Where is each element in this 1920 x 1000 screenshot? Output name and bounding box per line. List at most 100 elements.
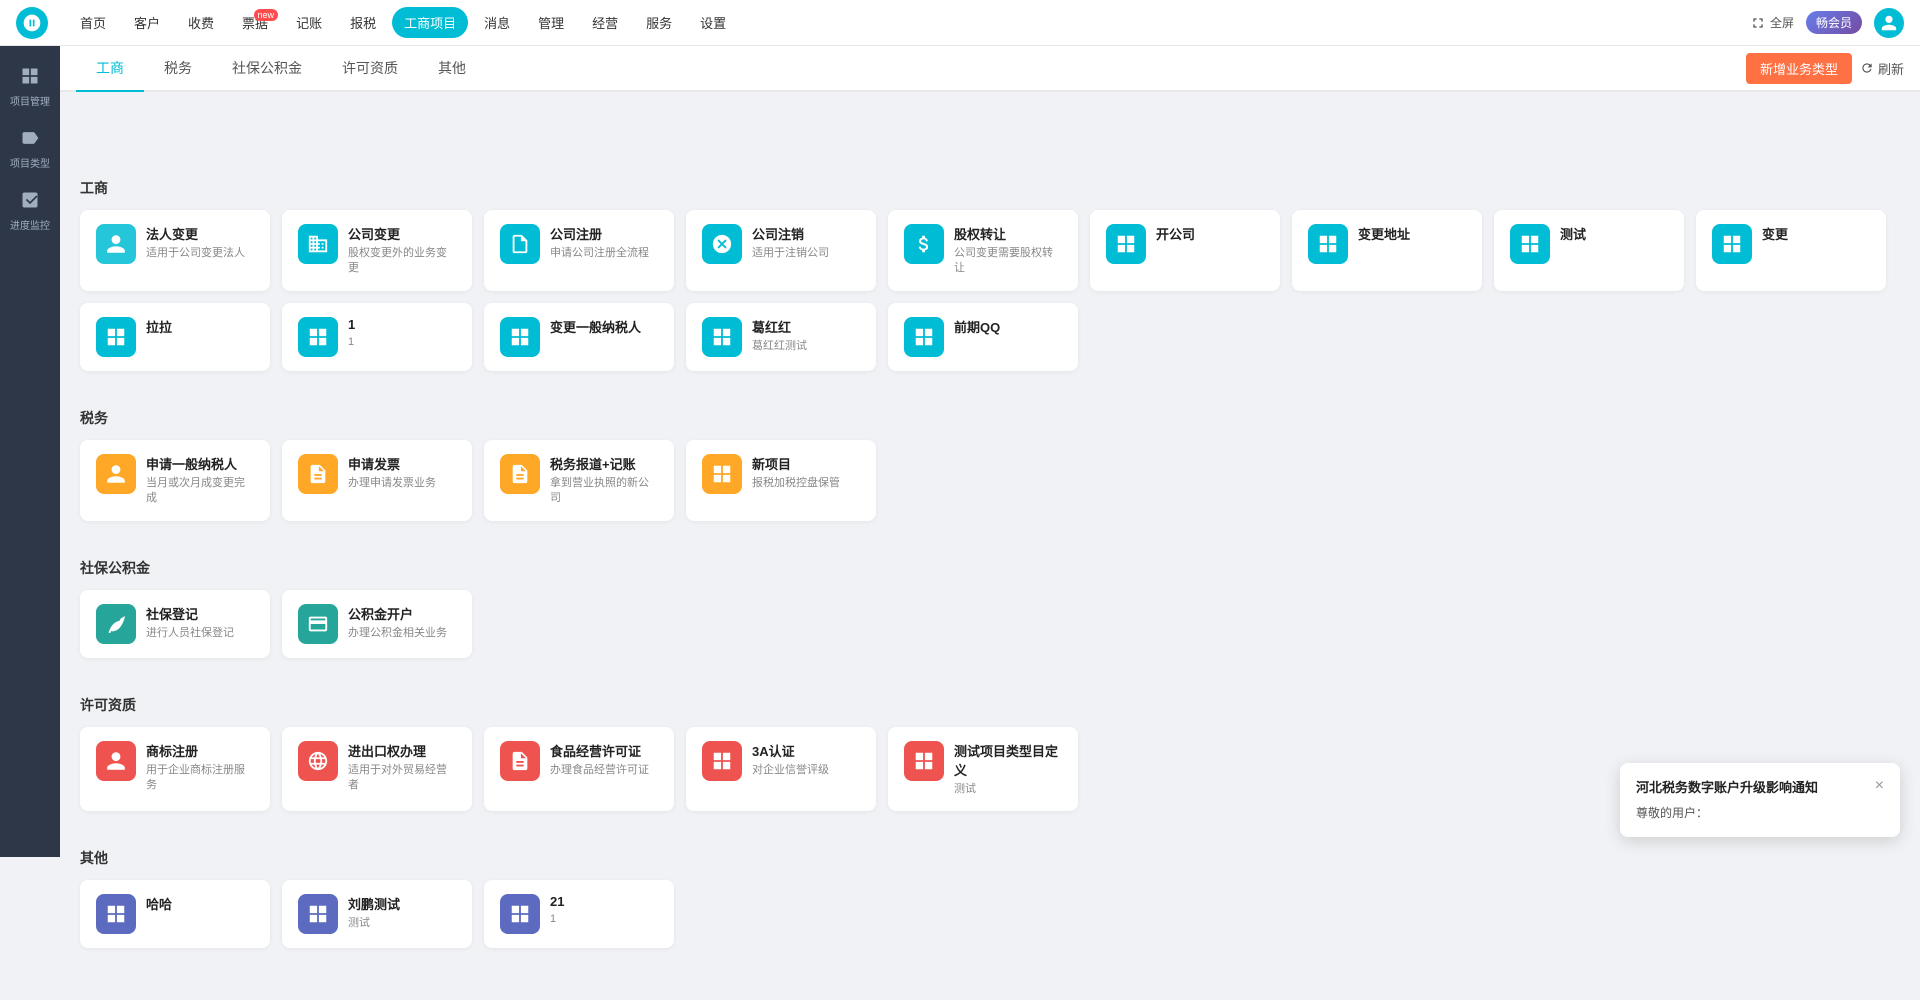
- card-icon-liu-pengtest: [298, 894, 338, 934]
- card-text-twenty-one: 21 1: [550, 894, 658, 927]
- card-text-equity-transfer: 股权转让 公司变更需要股权转让: [954, 224, 1062, 277]
- card-title-3a-cert: 3A认证: [752, 741, 860, 760]
- card-company-register[interactable]: 公司注册 申请公司注册全流程: [484, 210, 674, 291]
- card-text-change-address: 变更地址: [1358, 224, 1466, 246]
- card-text-pre-qq: 前期QQ: [954, 317, 1062, 339]
- nav-item-invoices[interactable]: 票据new: [230, 7, 280, 38]
- nav-item-clients[interactable]: 客户: [122, 7, 172, 38]
- card-legal-change[interactable]: 法人变更 适用于公司变更法人: [80, 210, 270, 291]
- tab-license[interactable]: 许可资质: [322, 46, 418, 92]
- card-company-cancel[interactable]: 公司注销 适用于注销公司: [686, 210, 876, 291]
- sidebar-label-project-mgmt: 项目管理: [10, 93, 50, 108]
- card-open-company[interactable]: 开公司: [1090, 210, 1280, 291]
- card-test[interactable]: 测试: [1494, 210, 1684, 291]
- card-social-register[interactable]: 社保登记 进行人员社保登记: [80, 590, 270, 658]
- tabs-bar: 工商税务社保公积金许可资质其他 新增业务类型 刷新: [60, 46, 1920, 92]
- user-avatar[interactable]: [1874, 8, 1904, 38]
- nav-item-settings[interactable]: 设置: [688, 7, 738, 38]
- card-liu-pengtest[interactable]: 刘鹏测试 测试: [282, 880, 472, 948]
- card-text-new-project: 新项目 报税加税控盘保管: [752, 454, 860, 491]
- nav-item-billing[interactable]: 收费: [176, 7, 226, 38]
- card-icon-twenty-one: [500, 894, 540, 934]
- card-tax-report-bookkeeping[interactable]: 税务报道+记账 拿到营业执照的新公司: [484, 440, 674, 521]
- tab-industry[interactable]: 工商: [76, 46, 144, 92]
- card-text-change: 变更: [1762, 224, 1870, 246]
- card-pre-qq[interactable]: 前期QQ: [888, 303, 1078, 371]
- top-nav: 首页客户收费票据new记账报税工商项目消息管理经营服务设置 全屏 畅会员: [0, 0, 1920, 46]
- sidebar-item-progress[interactable]: 进度监控: [0, 180, 60, 242]
- section-title-tax: 税务: [80, 408, 1900, 428]
- card-change-address[interactable]: 变更地址: [1292, 210, 1482, 291]
- card-icon-ge-honghong: [702, 317, 742, 357]
- card-one[interactable]: 1 1: [282, 303, 472, 371]
- card-import-export[interactable]: 进出口权办理 适用于对外贸易经营者: [282, 727, 472, 811]
- fullscreen-btn[interactable]: 全屏: [1750, 14, 1794, 31]
- card-icon-fund-account: [298, 604, 338, 644]
- new-type-btn[interactable]: 新增业务类型: [1746, 53, 1852, 84]
- card-haha[interactable]: 哈哈: [80, 880, 270, 948]
- sidebar-item-project-mgmt[interactable]: 项目管理: [0, 56, 60, 118]
- nav-item-home[interactable]: 首页: [68, 7, 118, 38]
- card-text-apply-general-tax: 申请一般纳税人 当月或次月成变更完成: [146, 454, 254, 507]
- card-desc-new-project: 报税加税控盘保管: [752, 476, 860, 491]
- card-text-change-tax: 变更一般纳税人: [550, 317, 658, 339]
- card-fund-account[interactable]: 公积金开户 办理公积金相关业务: [282, 590, 472, 658]
- card-title-import-export: 进出口权办理: [348, 741, 456, 760]
- card-company-change[interactable]: 公司变更 股权变更外的业务变更: [282, 210, 472, 291]
- nav-item-messages[interactable]: 消息: [472, 7, 522, 38]
- vip-btn[interactable]: 畅会员: [1806, 11, 1862, 34]
- card-icon-trademark: [96, 741, 136, 781]
- nav-item-bookkeeping[interactable]: 记账: [284, 7, 334, 38]
- card-desc-fund-account: 办理公积金相关业务: [348, 626, 456, 641]
- nav-item-management[interactable]: 管理: [526, 7, 576, 38]
- card-desc-trademark: 用于企业商标注册服务: [146, 763, 254, 794]
- section-title-other: 其他: [80, 848, 1900, 868]
- card-desc-company-register: 申请公司注册全流程: [550, 246, 658, 261]
- card-trademark[interactable]: 商标注册 用于企业商标注册服务: [80, 727, 270, 811]
- nav-item-services[interactable]: 服务: [634, 7, 684, 38]
- card-icon-lala: [96, 317, 136, 357]
- card-icon-test: [1510, 224, 1550, 264]
- card-lala[interactable]: 拉拉: [80, 303, 270, 371]
- card-apply-invoice[interactable]: 申请发票 办理申请发票业务: [282, 440, 472, 521]
- refresh-btn[interactable]: 刷新: [1860, 59, 1904, 78]
- section-title-social: 社保公积金: [80, 558, 1900, 578]
- card-desc-apply-invoice: 办理申请发票业务: [348, 476, 456, 491]
- card-new-project[interactable]: 新项目 报税加税控盘保管: [686, 440, 876, 521]
- card-3a-cert[interactable]: 3A认证 对企业信誉评级: [686, 727, 876, 811]
- card-test-type[interactable]: 测试项目类型目定义 测试: [888, 727, 1078, 811]
- nav-item-operations[interactable]: 经营: [580, 7, 630, 38]
- tab-tax[interactable]: 税务: [144, 46, 212, 92]
- card-change-tax[interactable]: 变更一般纳税人: [484, 303, 674, 371]
- card-icon-apply-general-tax: [96, 454, 136, 494]
- card-ge-honghong[interactable]: 葛红红 葛红红测试: [686, 303, 876, 371]
- card-title-haha: 哈哈: [146, 894, 254, 913]
- sidebar-item-project-type[interactable]: 项目类型: [0, 118, 60, 180]
- card-icon-test-type: [904, 741, 944, 781]
- card-text-company-change: 公司变更 股权变更外的业务变更: [348, 224, 456, 277]
- notif-close-btn[interactable]: ×: [1875, 777, 1884, 795]
- tab-social[interactable]: 社保公积金: [212, 46, 322, 92]
- nav-item-industry[interactable]: 工商项目: [392, 7, 468, 38]
- card-title-new-project: 新项目: [752, 454, 860, 473]
- card-text-one: 1 1: [348, 317, 456, 350]
- card-title-company-cancel: 公司注销: [752, 224, 860, 243]
- card-equity-transfer[interactable]: 股权转让 公司变更需要股权转让: [888, 210, 1078, 291]
- sidebar-label-project-type: 项目类型: [10, 155, 50, 170]
- nav-item-tax[interactable]: 报税: [338, 7, 388, 38]
- card-icon-equity-transfer: [904, 224, 944, 264]
- main-content: 工商 法人变更 适用于公司变更法人 公司变更 股权变更外的业务变更 公司注册: [60, 138, 1920, 1000]
- card-title-legal-change: 法人变更: [146, 224, 254, 243]
- card-apply-general-tax[interactable]: 申请一般纳税人 当月或次月成变更完成: [80, 440, 270, 521]
- notif-content: 尊敬的用户：: [1636, 804, 1884, 823]
- card-title-company-register: 公司注册: [550, 224, 658, 243]
- tab-other[interactable]: 其他: [418, 46, 486, 92]
- card-food-license[interactable]: 食品经营许可证 办理食品经营许可证: [484, 727, 674, 811]
- card-twenty-one[interactable]: 21 1: [484, 880, 674, 948]
- card-icon-3a-cert: [702, 741, 742, 781]
- card-desc-apply-general-tax: 当月或次月成变更完成: [146, 476, 254, 507]
- card-title-equity-transfer: 股权转让: [954, 224, 1062, 243]
- card-change[interactable]: 变更: [1696, 210, 1886, 291]
- app-logo[interactable]: [16, 7, 48, 39]
- card-icon-open-company: [1106, 224, 1146, 264]
